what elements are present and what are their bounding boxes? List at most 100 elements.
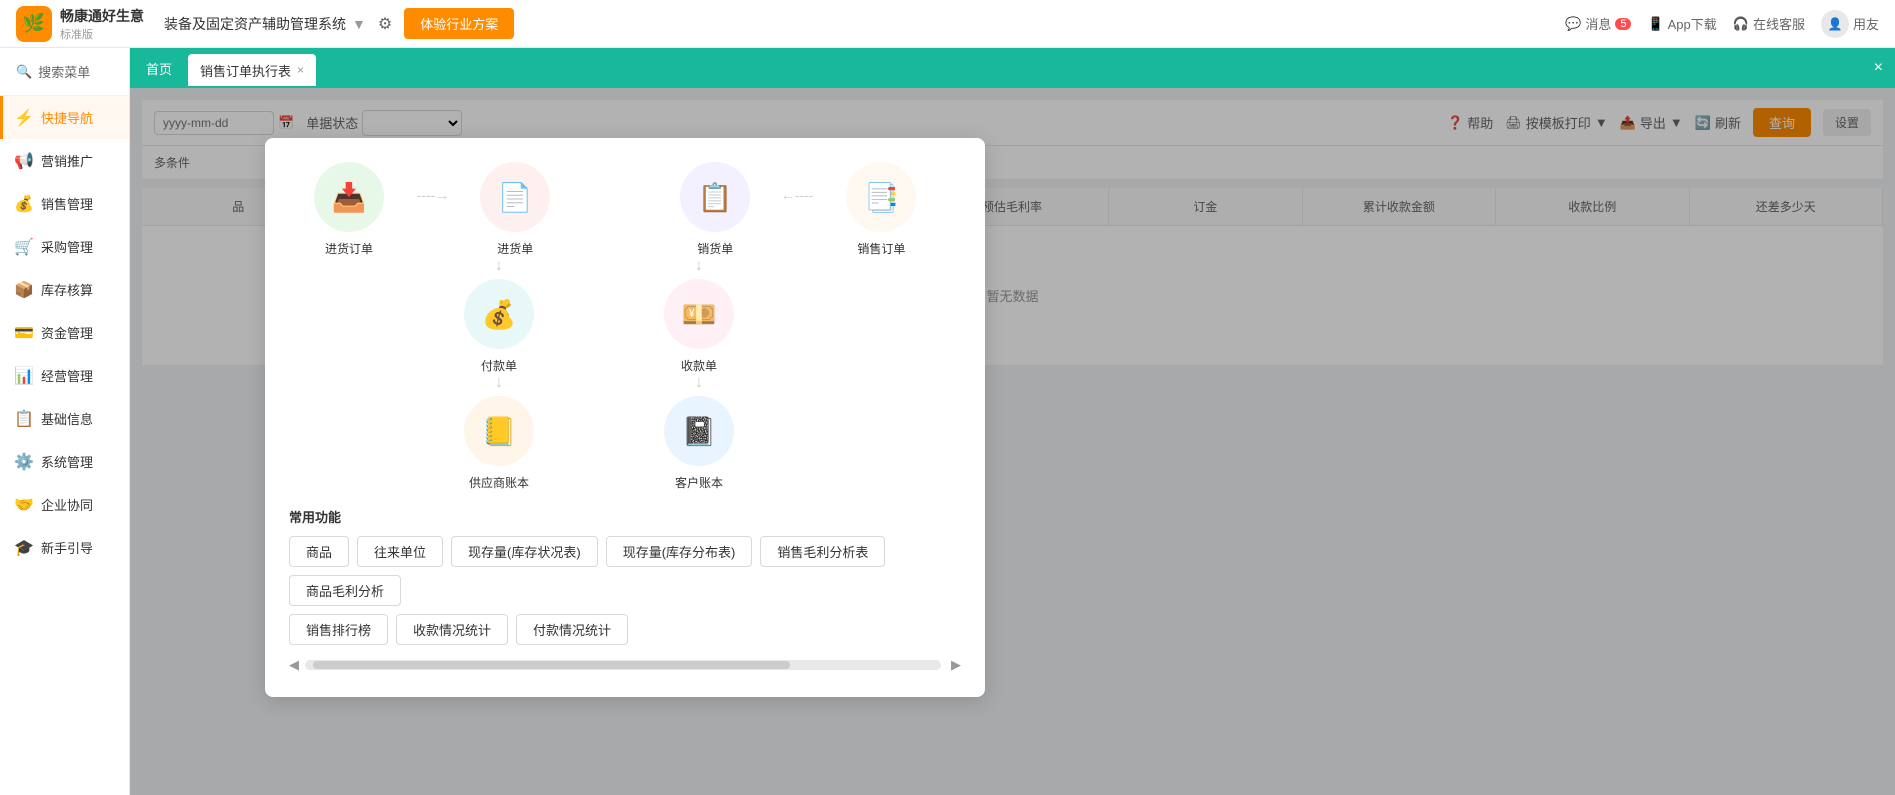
sidebar-item-system[interactable]: ⚙️系统管理 [0, 440, 129, 483]
flow-item-supplier-ledger[interactable]: 📒 供应商账本 [439, 396, 559, 491]
sidebar-label-purchase: 采购管理 [41, 237, 93, 256]
common-title: 常用功能 [289, 507, 961, 526]
sidebar-label-quick-nav: 快捷导航 [41, 108, 93, 127]
message-item[interactable]: 💬 消息 5 [1565, 14, 1631, 33]
sidebar-item-marketing[interactable]: 📢 营销推广 [0, 139, 129, 182]
scroll-left-button[interactable]: ◀ [289, 657, 299, 673]
flow-label-purchase-order: 进货订单 [325, 240, 373, 257]
sidebar-label-sales: 销售管理 [41, 194, 93, 213]
flow-label-supplier-ledger: 供应商账本 [469, 474, 529, 491]
logo-icon: 🌿 [16, 6, 52, 42]
flow-item-purchase-order[interactable]: 📥 进货订单 [289, 162, 409, 257]
app-download-label: App下载 [1668, 14, 1717, 33]
arrow-row-2: ↓ ↓ [289, 374, 961, 392]
settings-icon[interactable]: ⚙ [378, 14, 392, 34]
message-badge: 5 [1615, 18, 1631, 30]
page-content: 📅 单据状态 ❓ 帮助 [130, 88, 1895, 795]
sidebar-item-operation[interactable]: 📊经营管理 [0, 354, 129, 397]
sidebar-nav: ⚡快捷导航 📢 营销推广 💰销售管理🛒采购管理📦库存核算 💳 资金管理 📊经营管理 📋 基础信息… [0, 96, 129, 569]
scrollbar-container: ◀ ▶ [289, 657, 961, 673]
tab-active[interactable]: 销售订单执行表 × [188, 54, 316, 86]
sidebar-item-sales[interactable]: 💰销售管理 [0, 182, 129, 225]
scrollbar-thumb [313, 661, 790, 669]
search-menu-label: 搜索菜单 [38, 62, 90, 81]
sidebar-label-system: 系统管理 [41, 452, 93, 471]
app-container: 🌿 畅康通好生意 标准版 装备及固定资产辅助管理系统 ▼ ⚙ 体验行业方案 💬 … [0, 0, 1895, 795]
app-download-item[interactable]: 📱 App下载 [1647, 14, 1716, 33]
flow-item-receipt[interactable]: 💴 收款单 [639, 279, 759, 374]
sidebar-item-purchase[interactable]: 🛒采购管理 [0, 225, 129, 268]
sidebar-item-enterprise[interactable]: 🤝企业协同 [0, 483, 129, 526]
flow-row-2: 💰 付款单 💴 收款单 [289, 279, 961, 374]
flow-label-sale-order: 销售订单 [857, 240, 905, 257]
sidebar-label-newbie: 新手引导 [41, 538, 93, 557]
system-dropdown-arrow[interactable]: ▼ [352, 16, 366, 32]
sidebar-item-basic-info[interactable]: 📋 基础信息 [0, 397, 129, 440]
sidebar-item-finance[interactable]: 💳 资金管理 [0, 311, 129, 354]
arrow-row-1: ↓ ↓ [289, 257, 961, 275]
flow-item-customer-ledger[interactable]: 📓 客户账本 [639, 396, 759, 491]
func-btn-销售排行榜[interactable]: 销售排行榜 [289, 614, 388, 645]
func-btn-现存量(库存状况表)[interactable]: 现存量(库存状况表) [451, 536, 598, 567]
flow-item-sale-order[interactable]: 📑 销售订单 [821, 162, 941, 257]
flow-item-sale-bill[interactable]: 📋 销货单 [655, 162, 775, 257]
scroll-right-button[interactable]: ▶ [951, 657, 961, 673]
search-icon: 🔍 [16, 64, 32, 80]
func-btn-现存量(库存分布表)[interactable]: 现存量(库存分布表) [606, 536, 753, 567]
user-name: 用友 [1853, 14, 1879, 33]
func-btn-收款情况统计[interactable]: 收款情况统计 [396, 614, 508, 645]
flow-label-receipt: 收款单 [681, 357, 717, 374]
func-btn-往来单位[interactable]: 往来单位 [357, 536, 443, 567]
overlay[interactable]: 📥 进货订单 - - - - → 📄 进货单 📋 销货单 [130, 88, 1895, 795]
sidebar-item-newbie[interactable]: 🎓新手引导 [0, 526, 129, 569]
flow-label-purchase-bill: 进货单 [497, 240, 533, 257]
trial-button[interactable]: 体验行业方案 [404, 8, 514, 39]
nav-icon-enterprise: 🤝 [15, 496, 33, 514]
sidebar: 🔍 搜索菜单 ⚡快捷导航 📢 营销推广 💰销售管理🛒采购管理📦库存核算 💳 资金管理 📊经营… [0, 48, 130, 795]
tab-bar: 首页 销售订单执行表 × × [130, 48, 1895, 88]
down-arrow-sale: ↓ [695, 257, 703, 275]
quick-nav-modal: 📥 进货订单 - - - - → 📄 进货单 📋 销货单 [265, 138, 985, 697]
flow-circle-purchase-order: 📥 [314, 162, 384, 232]
message-icon: 💬 [1565, 16, 1581, 32]
flow-circle-receipt: 💴 [664, 279, 734, 349]
func-btn-商品[interactable]: 商品 [289, 536, 349, 567]
flow-label-customer-ledger: 客户账本 [675, 474, 723, 491]
online-service-item[interactable]: 🎧 在线客服 [1733, 14, 1805, 33]
tab-home[interactable]: 首页 [130, 48, 188, 88]
tab-bar-close-right[interactable]: × [1874, 59, 1895, 77]
flow-row-1: 📥 进货订单 - - - - → 📄 进货单 📋 销货单 [289, 162, 961, 257]
nav-icon-finance: 💳 [15, 324, 33, 342]
user-item[interactable]: 👤 用友 [1821, 10, 1879, 38]
tab-active-label: 销售订单执行表 [200, 61, 291, 80]
logo-title: 畅康通好生意 [60, 6, 144, 26]
message-label: 消息 [1585, 14, 1611, 33]
func-btn-付款情况统计[interactable]: 付款情况统计 [516, 614, 628, 645]
func-row-1: 商品往来单位现存量(库存状况表) 现存量(库存分布表)销售毛利分析表商品毛利分析 [289, 536, 961, 606]
down-arrow-receipt: ↓ [695, 374, 703, 392]
func-btn-销售毛利分析表[interactable]: 销售毛利分析表 [760, 536, 885, 567]
sidebar-label-finance: 资金管理 [41, 323, 93, 342]
sidebar-item-inventory[interactable]: 📦库存核算 [0, 268, 129, 311]
sidebar-label-marketing: 营销推广 [41, 151, 93, 170]
nav-icon-marketing: 📢 [15, 152, 33, 170]
flow-label-sale-bill: 销货单 [697, 240, 733, 257]
app-download-icon: 📱 [1647, 16, 1663, 32]
sidebar-label-operation: 经营管理 [41, 366, 93, 385]
sidebar-label-basic-info: 基础信息 [41, 409, 93, 428]
flow-item-payment[interactable]: 💰 付款单 [439, 279, 559, 374]
func-btn-商品毛利分析[interactable]: 商品毛利分析 [289, 575, 401, 606]
nav-icon-basic-info: 📋 [15, 410, 33, 428]
flow-item-purchase-bill[interactable]: 📄 进货单 [455, 162, 575, 257]
flow-circle-supplier-ledger: 📒 [464, 396, 534, 466]
search-menu-button[interactable]: 🔍 搜索菜单 [8, 58, 121, 85]
scrollbar[interactable] [305, 660, 941, 670]
logo-sub: 标准版 [60, 26, 144, 42]
sidebar-item-quick-nav[interactable]: ⚡快捷导航 [0, 96, 129, 139]
common-functions: 常用功能 商品往来单位现存量(库存状况表)现存量(库存分布表)销售毛利分析表商品… [289, 507, 961, 645]
arrow-h-1: - - - - → [417, 187, 447, 203]
system-title: 装备及固定资产辅助管理系统 ▼ [164, 14, 366, 34]
top-center: 装备及固定资产辅助管理系统 ▼ ⚙ 体验行业方案 [144, 8, 1565, 39]
tab-close-button[interactable]: × [297, 63, 304, 77]
arrow-h-2: - - - - → [783, 187, 813, 203]
